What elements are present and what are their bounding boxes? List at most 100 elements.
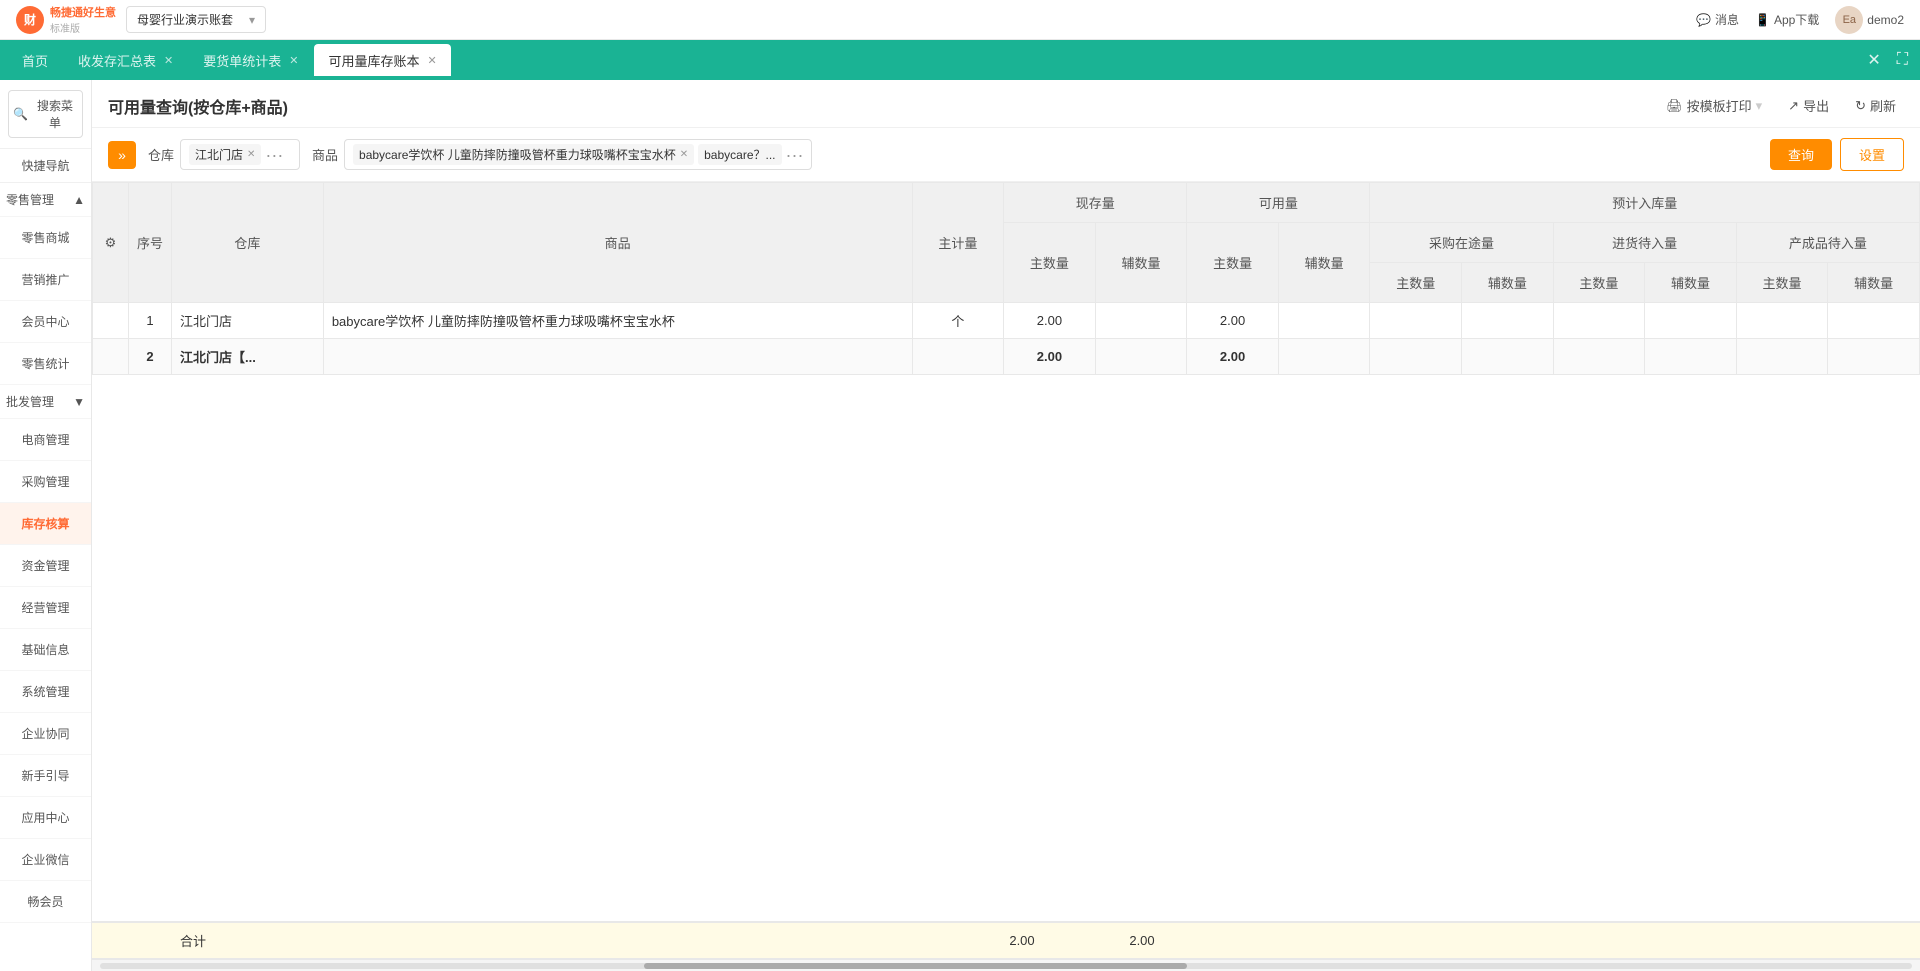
sidebar-quick-nav[interactable]: 快捷导航 — [0, 149, 91, 183]
td-stock-aux — [1095, 303, 1187, 339]
search-icon: 🔍 — [13, 107, 28, 121]
th-predict-group: 预计入库量 — [1370, 183, 1920, 223]
sidebar-item-retail-stats[interactable]: 零售统计 — [0, 343, 91, 385]
product-input[interactable]: babycare学饮杯 儿童防摔防撞吸管杯重力球吸嘴杯宝宝水杯 ✕ babyca… — [344, 139, 812, 170]
message-button[interactable]: 💬 消息 — [1696, 11, 1739, 28]
logo-icon: 财 — [16, 6, 44, 34]
sidebar-item-finance[interactable]: 资金管理 — [0, 545, 91, 587]
td-produce-aux-2 — [1828, 339, 1920, 375]
product-tag-1-close[interactable]: ✕ — [680, 149, 688, 160]
tab-receive-summary[interactable]: 收发存汇总表 ✕ — [64, 44, 187, 76]
th-idx: 序号 — [129, 183, 172, 303]
sidebar-item-purchase[interactable]: 采购管理 — [0, 461, 91, 503]
th-purchase-main: 主数量 — [1370, 263, 1462, 303]
sidebar-item-vip[interactable]: 畅会员 — [0, 881, 91, 923]
td-main-unit-2 — [912, 339, 1004, 375]
td-avail-aux-2 — [1278, 339, 1370, 375]
tab-close-receive-summary[interactable]: ✕ — [164, 54, 173, 67]
tab-bar: 首页 收发存汇总表 ✕ 要货单统计表 ✕ 可用量库存账本 ✕ ✕ ⛶ — [0, 40, 1920, 80]
td-purchase-main — [1370, 303, 1462, 339]
query-button[interactable]: 查询 — [1770, 139, 1832, 170]
sidebar-item-enterprise-wechat[interactable]: 企业微信 — [0, 839, 91, 881]
td-purchase-aux — [1462, 303, 1554, 339]
sidebar-item-app-center[interactable]: 应用中心 — [0, 797, 91, 839]
sidebar-item-member-center[interactable]: 会员中心 — [0, 301, 91, 343]
td-gear-2 — [93, 339, 129, 375]
tab-home[interactable]: 首页 — [8, 44, 62, 76]
sidebar-item-retail-mall[interactable]: 零售商城 — [0, 217, 91, 259]
td-incoming-aux-2 — [1645, 339, 1737, 375]
sidebar-item-inventory[interactable]: 库存核算 — [0, 503, 91, 545]
footer-stock-main: 2.00 — [992, 933, 1052, 948]
app-download-label: App下载 — [1774, 11, 1819, 28]
sidebar-item-retail-mgmt[interactable]: 零售管理 ▲ — [0, 183, 91, 217]
td-stock-main-2: 2.00 — [1004, 339, 1096, 375]
th-avail-main: 主数量 — [1187, 223, 1279, 303]
th-incoming-group: 进货待入量 — [1553, 223, 1736, 263]
tab-close-order-stats[interactable]: ✕ — [289, 54, 298, 67]
td-produce-main-2 — [1736, 339, 1828, 375]
tab-close-all-button[interactable]: ✕ — [1863, 46, 1884, 74]
td-produce-aux — [1828, 303, 1920, 339]
print-template-button[interactable]: 🖨 按模板打印 ▾ — [1658, 92, 1770, 119]
logo-text: 畅捷通好生意 标准版 — [50, 4, 116, 35]
industry-value: 母婴行业演示账套 — [137, 11, 233, 28]
sidebar-item-marketing[interactable]: 营销推广 — [0, 259, 91, 301]
th-stock-group: 现存量 — [1004, 183, 1187, 223]
th-gear[interactable]: ⚙ — [93, 183, 129, 303]
sidebar-item-enterprise[interactable]: 企业协同 — [0, 713, 91, 755]
print-chevron-icon: ▾ — [1756, 98, 1763, 114]
scroll-thumb[interactable] — [644, 963, 1188, 969]
refresh-button[interactable]: ↻ 刷新 — [1847, 92, 1904, 119]
phone-icon: 📱 — [1755, 13, 1770, 27]
warehouse-input[interactable]: 江北门店 ✕ ··· — [180, 139, 300, 170]
sidebar-search-area: 🔍 搜索菜单 — [0, 80, 91, 149]
sidebar-item-wholesale-mgmt[interactable]: 批发管理 ▼ — [0, 385, 91, 419]
export-button[interactable]: ↗ 导出 — [1780, 92, 1837, 119]
sidebar-item-newbie[interactable]: 新手引导 — [0, 755, 91, 797]
warehouse-label: 仓库 — [148, 145, 174, 164]
filter-area: » 仓库 江北门店 ✕ ··· 商品 babycare学饮杯 儿童防摔防撞吸管杯… — [92, 128, 1920, 182]
content-area: 可用量查询(按仓库+商品) 🖨 按模板打印 ▾ ↗ 导出 ↻ 刷新 » — [92, 80, 1920, 971]
table-row: 1 江北门店 babycare学饮杯 儿童防摔防撞吸管杯重力球吸嘴杯宝宝水杯 个… — [93, 303, 1920, 339]
th-incoming-aux: 辅数量 — [1645, 263, 1737, 303]
sidebar-item-ecommerce[interactable]: 电商管理 — [0, 419, 91, 461]
warehouse-filter-group: 仓库 江北门店 ✕ ··· — [148, 139, 300, 170]
setting-button[interactable]: 设置 — [1840, 138, 1904, 171]
tab-order-stats[interactable]: 要货单统计表 ✕ — [189, 44, 312, 76]
sidebar-item-basic-info[interactable]: 基础信息 — [0, 629, 91, 671]
td-produce-main — [1736, 303, 1828, 339]
inventory-table: ⚙ 序号 仓库 商品 主计量 现存量 可用量 预计入库量 主数量 辅数量 主数量 — [92, 182, 1920, 375]
td-avail-main: 2.00 — [1187, 303, 1279, 339]
td-avail-aux — [1278, 303, 1370, 339]
app-download-button[interactable]: 📱 App下载 — [1755, 11, 1819, 28]
tab-available-inventory[interactable]: 可用量库存账本 ✕ — [314, 44, 450, 76]
horizontal-scrollbar[interactable] — [100, 963, 1912, 969]
th-produce-aux: 辅数量 — [1828, 263, 1920, 303]
search-menu-button[interactable]: 🔍 搜索菜单 — [8, 90, 83, 138]
user-menu[interactable]: Ea demo2 — [1835, 6, 1904, 34]
td-main-unit: 个 — [912, 303, 1004, 339]
chevron-down-icon: ▾ — [249, 13, 255, 27]
sidebar-item-operations[interactable]: 经营管理 — [0, 587, 91, 629]
industry-selector[interactable]: 母婴行业演示账套 ▾ — [126, 6, 266, 33]
td-product: babycare学饮杯 儿童防摔防撞吸管杯重力球吸嘴杯宝宝水杯 — [323, 303, 912, 339]
tab-expand-button[interactable]: ⛶ — [1893, 47, 1912, 73]
td-warehouse: 江北门店 — [172, 303, 324, 339]
warehouse-tag-close[interactable]: ✕ — [247, 149, 255, 160]
td-gear — [93, 303, 129, 339]
th-avail-aux: 辅数量 — [1278, 223, 1370, 303]
warehouse-more-button[interactable]: ··· — [265, 146, 283, 164]
export-icon: ↗ — [1788, 98, 1799, 114]
filter-toggle-button[interactable]: » — [108, 141, 136, 169]
logo-area: 财 畅捷通好生意 标准版 — [16, 4, 116, 35]
th-warehouse: 仓库 — [172, 183, 324, 303]
product-more-button[interactable]: ··· — [786, 146, 804, 164]
main-layout: 🔍 搜索菜单 快捷导航 零售管理 ▲ 零售商城 营销推广 会员中心 零售统计 批… — [0, 80, 1920, 971]
message-label: 消息 — [1715, 11, 1739, 28]
th-incoming-main: 主数量 — [1553, 263, 1645, 303]
td-product-2 — [323, 339, 912, 375]
tab-close-available-inventory[interactable]: ✕ — [428, 54, 437, 67]
sidebar-item-system[interactable]: 系统管理 — [0, 671, 91, 713]
scroll-bar-area — [92, 959, 1920, 971]
